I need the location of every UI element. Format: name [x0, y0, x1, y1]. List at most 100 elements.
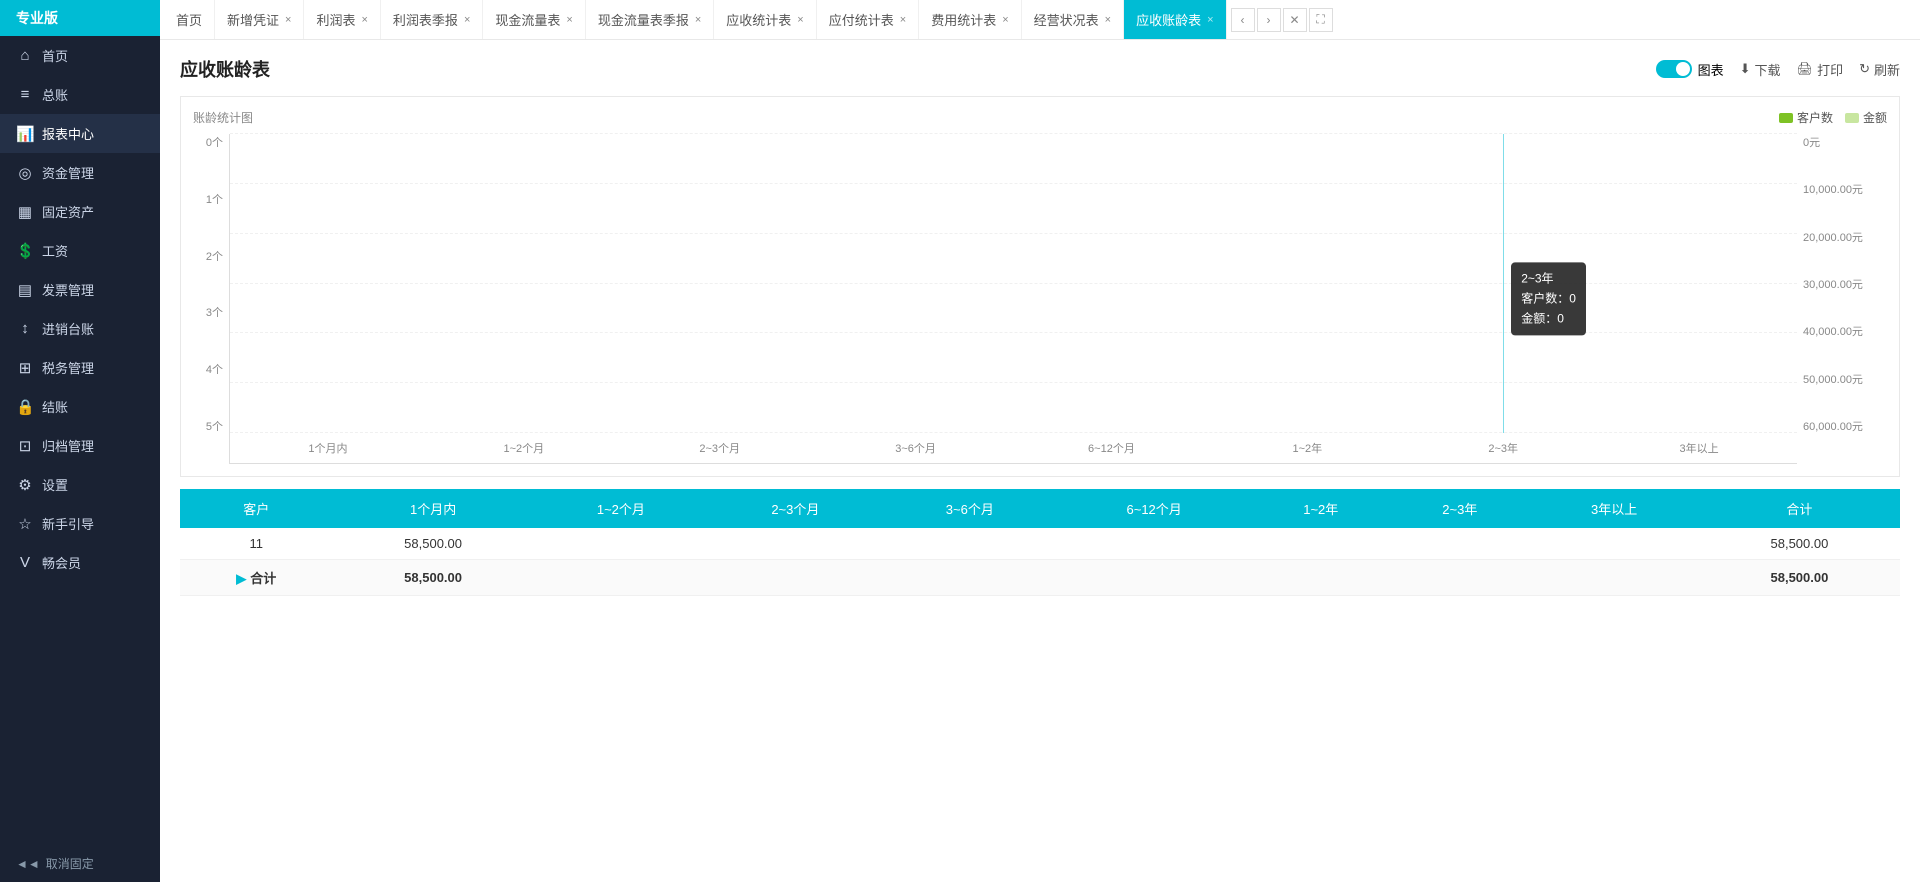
- sidebar-item-member[interactable]: V 畅会员: [0, 543, 160, 582]
- chart-area: 5个4个3个2个1个0个 1个月内1~2个月2~3个月3~6个月6~12个月1~…: [193, 134, 1887, 464]
- sidebar-label-settings: 设置: [42, 475, 68, 494]
- stock-icon: ↕: [16, 320, 34, 337]
- tab-expense-stat-close[interactable]: ×: [1002, 14, 1008, 26]
- tab-home[interactable]: 首页: [164, 0, 215, 40]
- table-header-cell: 客户: [180, 489, 333, 528]
- sidebar-item-report[interactable]: 📊 报表中心: [0, 114, 160, 153]
- table-cell: [883, 528, 1057, 560]
- table-header-cell: 1个月内: [333, 489, 534, 528]
- table-header-cell: 3年以上: [1529, 489, 1698, 528]
- tab-voucher-close[interactable]: ×: [285, 14, 291, 26]
- report-icon: 📊: [16, 125, 34, 143]
- x-label: 1~2年: [1209, 433, 1405, 463]
- refresh-label: 刷新: [1874, 60, 1900, 79]
- sidebar-label-report: 报表中心: [42, 124, 94, 143]
- tab-close-button[interactable]: ✕: [1283, 8, 1307, 32]
- tab-profit-season-close[interactable]: ×: [464, 14, 470, 26]
- tab-cashflow-season-close[interactable]: ×: [695, 14, 701, 26]
- sidebar-item-asset[interactable]: ▦ 固定资产: [0, 192, 160, 231]
- table-total-row: ▶合计58,500.0058,500.00: [180, 560, 1900, 596]
- page-title: 应收账龄表: [180, 56, 270, 82]
- print-button[interactable]: 🖨 打印: [1797, 60, 1844, 79]
- sidebar-item-fund[interactable]: ◎ 资金管理: [0, 153, 160, 192]
- sidebar-item-guide[interactable]: ☆ 新手引导: [0, 504, 160, 543]
- tab-cashflow[interactable]: 现金流量表 ×: [483, 0, 585, 40]
- download-button[interactable]: ⬇ 下载: [1740, 60, 1781, 79]
- table-total-cell: [1390, 560, 1529, 596]
- tab-prev-button[interactable]: ‹: [1231, 8, 1255, 32]
- cursor-line: [1503, 134, 1504, 433]
- tab-profit-season[interactable]: 利润表季报 ×: [381, 0, 483, 40]
- tab-bar: 首页 新增凭证 × 利润表 × 利润表季报 × 现金流量表 × 现金流量表季报 …: [160, 0, 1920, 40]
- tab-profit-close[interactable]: ×: [361, 14, 367, 26]
- guide-icon: ☆: [16, 515, 34, 533]
- sidebar-item-archive[interactable]: ⊡ 归档管理: [0, 426, 160, 465]
- table-header-cell: 6~12个月: [1057, 489, 1251, 528]
- tab-profit-season-label: 利润表季报: [393, 10, 458, 29]
- tab-controls: ‹ › ✕ ⛶: [1231, 8, 1333, 32]
- home-icon: ⌂: [16, 47, 34, 64]
- tab-receivable-stat-close[interactable]: ×: [797, 14, 803, 26]
- chart-toggle[interactable]: [1656, 60, 1692, 78]
- sidebar-item-stock[interactable]: ↕ 进销台账: [0, 309, 160, 348]
- tab-expand-button[interactable]: ⛶: [1309, 8, 1333, 32]
- table-total-cell: [1057, 560, 1251, 596]
- y-right-label: 30,000.00元: [1803, 276, 1887, 292]
- table-total-cell: [708, 560, 882, 596]
- y-right-label: 20,000.00元: [1803, 229, 1887, 245]
- table-header-cell: 1~2年: [1251, 489, 1390, 528]
- tab-cashflow-close[interactable]: ×: [566, 14, 572, 26]
- tab-biz-status-close[interactable]: ×: [1105, 14, 1111, 26]
- tab-payable-stat[interactable]: 应付统计表 ×: [817, 0, 919, 40]
- main-area: 首页 新增凭证 × 利润表 × 利润表季报 × 现金流量表 × 现金流量表季报 …: [160, 0, 1920, 882]
- sidebar-item-close[interactable]: 🔒 结账: [0, 387, 160, 426]
- salary-icon: 💲: [16, 242, 34, 260]
- tab-profit[interactable]: 利润表 ×: [304, 0, 380, 40]
- chart-container: 账龄统计图 客户数 金额 5个4个3个2个1个0个: [180, 96, 1900, 477]
- sidebar-label-salary: 工资: [42, 241, 68, 260]
- chart-body: 1个月内1~2个月2~3个月3~6个月6~12个月1~2年2~3年3年以上 2~…: [229, 134, 1797, 464]
- table-cell: [1251, 528, 1390, 560]
- tab-ar-aging-label: 应收账龄表: [1136, 10, 1201, 29]
- tab-receivable-stat[interactable]: 应收统计表 ×: [714, 0, 816, 40]
- y-left-label: 4个: [193, 361, 223, 377]
- sidebar-item-tax[interactable]: ⊞ 税务管理: [0, 348, 160, 387]
- tab-profit-label: 利润表: [316, 10, 355, 29]
- sidebar-item-settings[interactable]: ⚙ 设置: [0, 465, 160, 504]
- total-icon: ▶: [236, 571, 246, 586]
- y-right-label: 40,000.00元: [1803, 323, 1887, 339]
- tab-ar-aging[interactable]: 应收账龄表 ×: [1124, 0, 1226, 40]
- ledger-icon: ≡: [16, 86, 34, 103]
- sidebar-label-tax: 税务管理: [42, 358, 94, 377]
- table-cell: [1529, 528, 1698, 560]
- tab-expense-stat-label: 费用统计表: [931, 10, 996, 29]
- tab-expense-stat[interactable]: 费用统计表 ×: [919, 0, 1021, 40]
- refresh-button[interactable]: ↻ 刷新: [1859, 60, 1900, 79]
- tab-cashflow-season[interactable]: 现金流量表季报 ×: [586, 0, 714, 40]
- tab-next-button[interactable]: ›: [1257, 8, 1281, 32]
- sidebar-item-salary[interactable]: 💲 工资: [0, 231, 160, 270]
- sidebar-item-home[interactable]: ⌂ 首页: [0, 36, 160, 75]
- sidebar-item-ledger[interactable]: ≡ 总账: [0, 75, 160, 114]
- x-label: 2~3个月: [622, 433, 818, 463]
- sidebar-item-invoice[interactable]: ▤ 发票管理: [0, 270, 160, 309]
- tab-biz-status-label: 经营状况表: [1034, 10, 1099, 29]
- x-label: 2~3年: [1405, 433, 1601, 463]
- tab-home-label: 首页: [176, 10, 202, 29]
- sidebar-label-invoice: 发票管理: [42, 280, 94, 299]
- chart-toggle-label: 图表: [1698, 60, 1724, 79]
- table-cell: [708, 528, 882, 560]
- tab-voucher[interactable]: 新增凭证 ×: [215, 0, 304, 40]
- print-icon: 🖨: [1797, 61, 1814, 77]
- tab-biz-status[interactable]: 经营状况表 ×: [1022, 0, 1124, 40]
- table-total-cell: ▶合计: [180, 560, 333, 596]
- table-header-cell: 2~3个月: [708, 489, 882, 528]
- x-label: 1个月内: [230, 433, 426, 463]
- tab-voucher-label: 新增凭证: [227, 10, 279, 29]
- tab-payable-stat-close[interactable]: ×: [900, 14, 906, 26]
- chart-toggle-wrapper: 图表: [1656, 60, 1724, 79]
- sidebar-unpin[interactable]: ◄◄ 取消固定: [0, 845, 160, 882]
- tab-cashflow-label: 现金流量表: [495, 10, 560, 29]
- tab-ar-aging-close[interactable]: ×: [1207, 14, 1213, 26]
- sidebar-label-member: 畅会员: [42, 553, 81, 572]
